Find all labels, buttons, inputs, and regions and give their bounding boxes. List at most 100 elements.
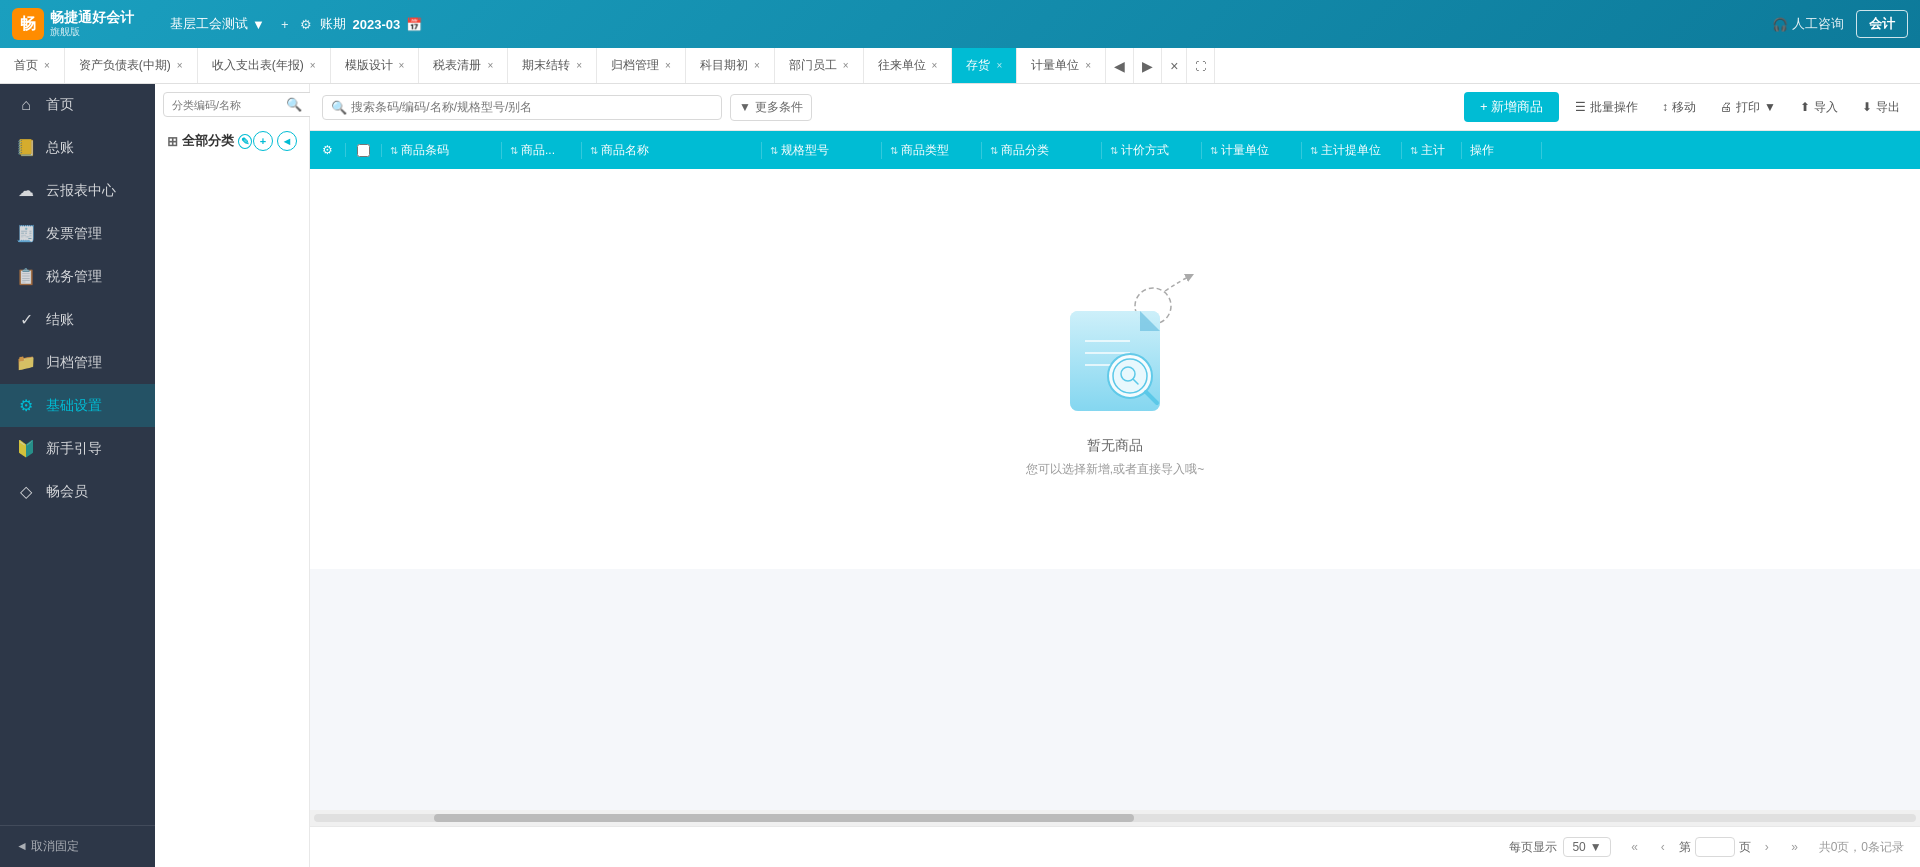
tab-balance[interactable]: 资产负债表(中期) × (65, 48, 198, 83)
th-num[interactable]: ⇅ 主计 (1402, 142, 1462, 159)
service-btn[interactable]: 🎧 人工咨询 (1772, 15, 1844, 33)
tab-taxclear[interactable]: 税表清册 × (419, 48, 508, 83)
sidebar-item-guide[interactable]: 🔰 新手引导 (0, 427, 155, 470)
checkout-icon: ✓ (16, 310, 36, 329)
tab-close-contacts[interactable]: × (932, 60, 938, 71)
scroll-thumb[interactable] (434, 814, 1134, 822)
first-page-btn[interactable]: « (1623, 835, 1647, 859)
tab-close-archive[interactable]: × (665, 60, 671, 71)
th-unit[interactable]: ⇅ 计量单位 (1202, 142, 1302, 159)
th-category[interactable]: ⇅ 商品分类 (982, 142, 1102, 159)
reports-icon: ☁ (16, 181, 36, 200)
column-settings-icon[interactable]: ⚙ (322, 143, 333, 157)
product-search-bar[interactable]: 🔍 (322, 95, 722, 120)
top-actions: + ⚙ (281, 17, 313, 32)
next-page-btn[interactable]: › (1755, 835, 1779, 859)
category-search-icon[interactable]: 🔍 (286, 97, 302, 112)
sidebar-item-tax[interactable]: 📋 税务管理 (0, 255, 155, 298)
sidebar-item-ledger[interactable]: 📒 总账 (0, 126, 155, 169)
settings-btn[interactable]: ⚙ (300, 17, 312, 32)
account-btn[interactable]: 会计 (1856, 10, 1908, 38)
batch-ops-btn[interactable]: ☰ 批量操作 (1567, 95, 1646, 120)
logo-char: 畅 (20, 14, 36, 35)
tab-subject-init[interactable]: 科目期初 × (686, 48, 775, 83)
tab-period-end[interactable]: 期末结转 × (508, 48, 597, 83)
tab-inventory[interactable]: 存货 × (952, 48, 1017, 83)
th-main-unit[interactable]: ⇅ 主计提单位 (1302, 142, 1402, 159)
empty-title: 暂无商品 (1087, 437, 1143, 455)
add-category-btn[interactable]: + (253, 131, 273, 151)
left-panel-header: ⊞ 全部分类 ✎ + ◄ (163, 125, 301, 157)
sidebar-item-member[interactable]: ◇ 畅会员 (0, 470, 155, 513)
th-ops: 操作 (1462, 142, 1542, 159)
tab-nav-right[interactable]: ▶ (1134, 48, 1162, 83)
tab-close-department[interactable]: × (843, 60, 849, 71)
print-btn[interactable]: 🖨 打印 ▼ (1712, 95, 1784, 120)
tab-template[interactable]: 模版设计 × (331, 48, 420, 83)
scroll-track[interactable] (314, 814, 1916, 822)
tab-department[interactable]: 部门员工 × (775, 48, 864, 83)
tab-archive[interactable]: 归档管理 × (597, 48, 686, 83)
move-btn[interactable]: ↕ 移动 (1654, 95, 1704, 120)
category-search-input[interactable] (172, 99, 282, 111)
tab-close-balance[interactable]: × (177, 60, 183, 71)
tab-close-home[interactable]: × (44, 60, 50, 71)
select-all-checkbox[interactable] (357, 144, 370, 157)
sidebar-item-checkout[interactable]: ✓ 结账 (0, 298, 155, 341)
guide-icon: 🔰 (16, 439, 36, 458)
table-container: ⚙ ⇅ 商品条码 ⇅ 商品... (310, 131, 1920, 810)
th-settings[interactable]: ⚙ (310, 143, 346, 157)
th-price-method[interactable]: ⇅ 计价方式 (1102, 142, 1202, 159)
nav-label-archive: 归档管理 (46, 354, 102, 372)
tab-close-template[interactable]: × (399, 60, 405, 71)
sort-icon-main-unit: ⇅ (1310, 145, 1318, 156)
dropdown-icon: ▼ (252, 17, 265, 32)
th-name[interactable]: ⇅ 商品名称 (582, 142, 762, 159)
tab-contacts[interactable]: 往来单位 × (864, 48, 953, 83)
company-selector[interactable]: 基层工会测试 ▼ (170, 15, 265, 33)
product-search-input[interactable] (351, 100, 713, 114)
add-product-btn[interactable]: + 新增商品 (1464, 92, 1559, 122)
add-company-btn[interactable]: + (281, 17, 289, 32)
page-number-input[interactable]: 1 (1695, 837, 1735, 857)
tab-close-taxclear[interactable]: × (487, 60, 493, 71)
tab-unit[interactable]: 计量单位 × (1017, 48, 1106, 83)
sidebar-item-archive[interactable]: 📁 归档管理 (0, 341, 155, 384)
sidebar: ⌂ 首页 📒 总账 ☁ 云报表中心 🧾 发票管理 📋 税务管理 ✓ 结账 📁 归… (0, 84, 155, 867)
th-code[interactable]: ⇅ 商品... (502, 142, 582, 159)
horizontal-scrollbar[interactable] (310, 810, 1920, 826)
filter-btn[interactable]: ▼ 更多条件 (730, 94, 812, 121)
prev-page-btn[interactable]: ‹ (1651, 835, 1675, 859)
tab-expand[interactable]: ⛶ (1187, 48, 1215, 83)
th-barcode[interactable]: ⇅ 商品条码 (382, 142, 502, 159)
left-panel-actions: + ◄ (253, 131, 297, 151)
collapse-panel-btn[interactable]: ◄ (277, 131, 297, 151)
tab-close-period-end[interactable]: × (576, 60, 582, 71)
nav-label-ledger: 总账 (46, 139, 74, 157)
grid-icon: ⊞ (167, 134, 178, 149)
tab-home[interactable]: 首页 × (0, 48, 65, 83)
move-icon: ↕ (1662, 100, 1668, 114)
tab-close-all[interactable]: × (1162, 48, 1187, 83)
th-check[interactable] (346, 144, 382, 157)
th-spec[interactable]: ⇅ 规格型号 (762, 142, 882, 159)
sidebar-item-reports[interactable]: ☁ 云报表中心 (0, 169, 155, 212)
export-btn[interactable]: ⬇ 导出 (1854, 95, 1908, 120)
tab-close-subject-init[interactable]: × (754, 60, 760, 71)
page-size-dropdown[interactable]: 50 ▼ (1563, 837, 1610, 857)
calendar-icon[interactable]: 📅 (406, 17, 422, 32)
tab-close-income[interactable]: × (310, 60, 316, 71)
sidebar-item-invoice[interactable]: 🧾 发票管理 (0, 212, 155, 255)
tab-bar: 首页 × 资产负债表(中期) × 收入支出表(年报) × 模版设计 × 税表清册… (0, 48, 1920, 84)
sidebar-unpin-btn[interactable]: ◄ 取消固定 (0, 825, 155, 867)
import-btn[interactable]: ⬆ 导入 (1792, 95, 1846, 120)
tab-income[interactable]: 收入支出表(年报) × (198, 48, 331, 83)
tab-close-unit[interactable]: × (1085, 60, 1091, 71)
th-type[interactable]: ⇅ 商品类型 (882, 142, 982, 159)
last-page-btn[interactable]: » (1783, 835, 1807, 859)
tab-close-inventory[interactable]: × (996, 60, 1002, 71)
batch-icon: ☰ (1575, 100, 1586, 114)
tab-nav-left[interactable]: ◀ (1106, 48, 1134, 83)
sidebar-item-home[interactable]: ⌂ 首页 (0, 84, 155, 126)
sidebar-item-basic[interactable]: ⚙ 基础设置 (0, 384, 155, 427)
